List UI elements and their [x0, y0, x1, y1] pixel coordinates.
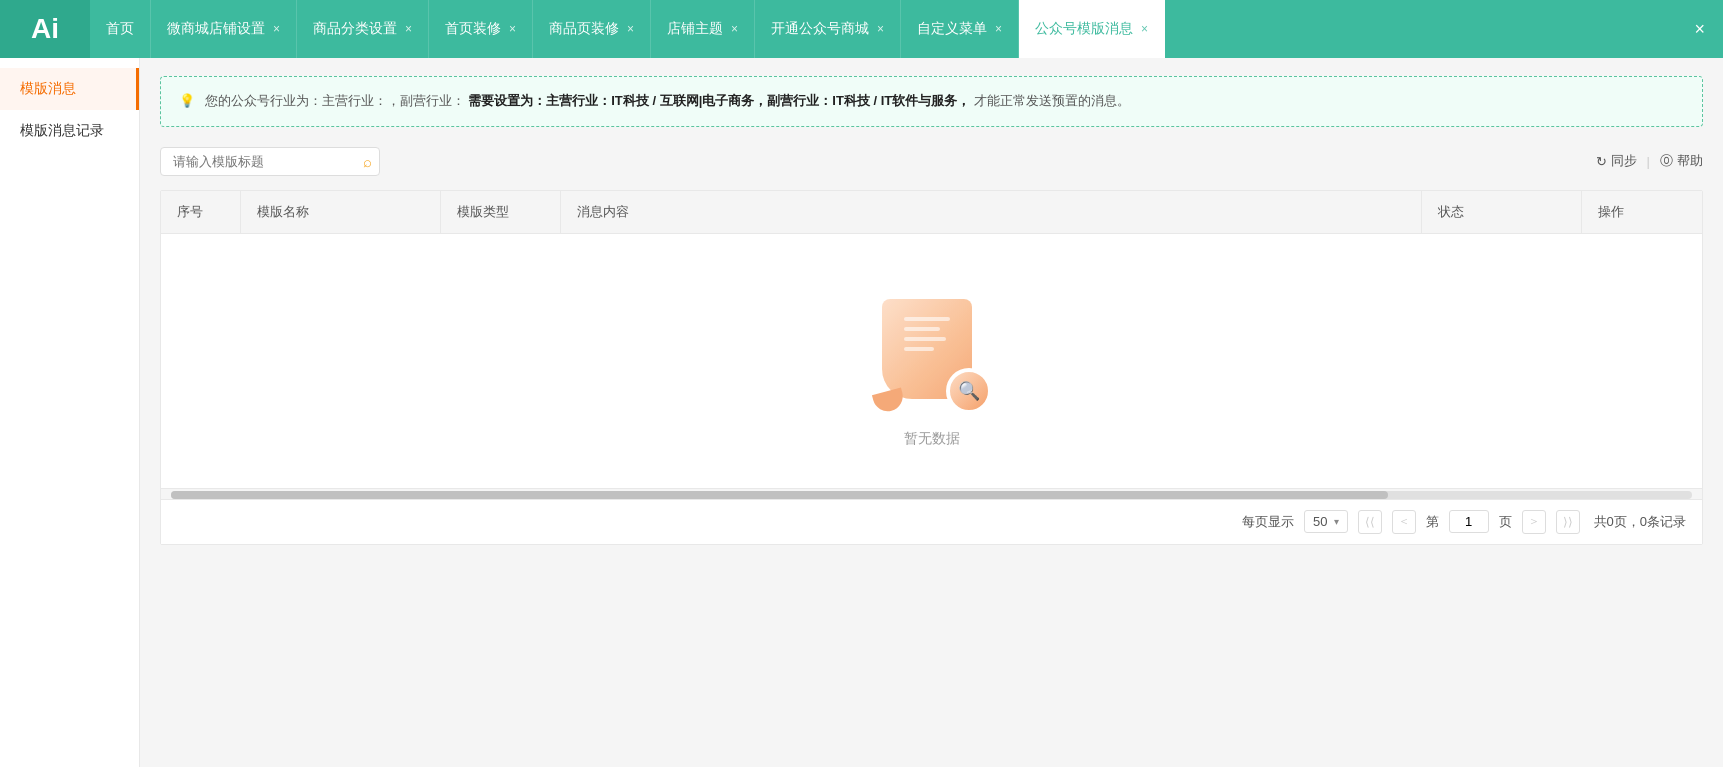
empty-label: 暂无数据	[904, 430, 960, 448]
sync-label: 同步	[1611, 152, 1637, 170]
tab-item[interactable]: 开通公众号商城×	[755, 0, 901, 58]
page-label-before: 第	[1426, 513, 1439, 531]
data-table: 序号模版名称模版类型消息内容状态操作 暂无数据	[160, 190, 1703, 545]
last-page-button[interactable]: ⟩⟩	[1556, 510, 1580, 534]
page-number-input[interactable]	[1449, 510, 1489, 533]
sync-button[interactable]: ↻ 同步	[1596, 152, 1637, 170]
tab-close-icon[interactable]: ×	[405, 22, 412, 36]
search-icon: ⌕	[363, 153, 372, 170]
table-header-cell: 模版类型	[441, 191, 561, 233]
pagination: 每页显示 50 ▾ ⟨⟨ ＜ 第 页 ＞ ⟩⟩ 共0页，0条记录	[161, 500, 1702, 544]
tab-item[interactable]: 首页	[90, 0, 151, 58]
empty-line	[904, 337, 946, 341]
total-label: 共0页，0条记录	[1594, 513, 1686, 531]
empty-lines	[904, 317, 950, 351]
sync-icon: ↻	[1596, 154, 1607, 169]
tab-item[interactable]: 店铺主题×	[651, 0, 755, 58]
scrollbar-thumb	[171, 491, 1388, 499]
tab-item[interactable]: 公众号模版消息×	[1019, 0, 1165, 58]
sidebar: 模版消息模版消息记录	[0, 58, 140, 767]
table-header-cell: 操作	[1582, 191, 1702, 233]
chevron-down-icon: ▾	[1334, 516, 1339, 527]
empty-line	[904, 317, 950, 321]
search-bar: ⌕ ↻ 同步 | ⓪ 帮助	[160, 147, 1703, 176]
table-header-cell: 模版名称	[241, 191, 441, 233]
table-header-cell: 状态	[1422, 191, 1582, 233]
next-page-button[interactable]: ＞	[1522, 510, 1546, 534]
table-header-cell: 消息内容	[561, 191, 1422, 233]
table-header: 序号模版名称模版类型消息内容状态操作	[161, 191, 1702, 234]
horizontal-scrollbar[interactable]	[161, 488, 1702, 500]
search-button[interactable]: ⌕	[363, 153, 372, 170]
tab-close-icon[interactable]: ×	[995, 22, 1002, 36]
scrollbar-track	[171, 491, 1692, 499]
tab-close-icon[interactable]: ×	[877, 22, 884, 36]
empty-line	[904, 347, 934, 351]
search-input[interactable]	[160, 147, 380, 176]
tab-close-icon[interactable]: ×	[627, 22, 634, 36]
empty-icon-container	[872, 294, 992, 414]
tab-bar: 首页微商城店铺设置×商品分类设置×首页装修×商品页装修×店铺主题×开通公众号商城…	[90, 0, 1676, 58]
tab-item[interactable]: 商品分类设置×	[297, 0, 429, 58]
tab-item[interactable]: 自定义菜单×	[901, 0, 1019, 58]
global-close-button[interactable]: ×	[1676, 0, 1723, 58]
empty-state: 暂无数据	[161, 234, 1702, 488]
page-label-after: 页	[1499, 513, 1512, 531]
notice-suffix: 才能正常发送预置的消息。	[974, 93, 1130, 108]
bulb-icon: 💡	[179, 93, 195, 108]
main-layout: 模版消息模版消息记录 💡 您的公众号行业为：主营行业：，副营行业： 需要设置为：…	[0, 58, 1723, 767]
help-label: 帮助	[1677, 152, 1703, 170]
top-navigation: Ai 首页微商城店铺设置×商品分类设置×首页装修×商品页装修×店铺主题×开通公众…	[0, 0, 1723, 58]
help-icon: ⓪	[1660, 152, 1673, 170]
notice-prefix: 您的公众号行业为：主营行业：，副营行业：	[205, 93, 465, 108]
empty-search-circle	[946, 368, 992, 414]
per-page-value: 50	[1313, 514, 1327, 529]
sidebar-item[interactable]: 模版消息记录	[0, 110, 139, 152]
sidebar-item[interactable]: 模版消息	[0, 68, 139, 110]
tab-close-icon[interactable]: ×	[273, 22, 280, 36]
empty-line	[904, 327, 940, 331]
tab-item[interactable]: 商品页装修×	[533, 0, 651, 58]
per-page-select[interactable]: 50 ▾	[1304, 510, 1347, 533]
help-button[interactable]: ⓪ 帮助	[1660, 152, 1703, 170]
app-logo: Ai	[0, 0, 90, 58]
tab-item[interactable]: 首页装修×	[429, 0, 533, 58]
divider: |	[1647, 154, 1650, 169]
per-page-label: 每页显示	[1242, 513, 1294, 531]
tab-close-icon[interactable]: ×	[731, 22, 738, 36]
first-page-button[interactable]: ⟨⟨	[1358, 510, 1382, 534]
search-input-wrapper: ⌕	[160, 147, 380, 176]
notice-box: 💡 您的公众号行业为：主营行业：，副营行业： 需要设置为：主营行业：IT科技 /…	[160, 76, 1703, 127]
tab-close-icon[interactable]: ×	[509, 22, 516, 36]
prev-page-button[interactable]: ＜	[1392, 510, 1416, 534]
main-content-area: 💡 您的公众号行业为：主营行业：，副营行业： 需要设置为：主营行业：IT科技 /…	[140, 58, 1723, 767]
search-right: ↻ 同步 | ⓪ 帮助	[1596, 152, 1703, 170]
tab-item[interactable]: 微商城店铺设置×	[151, 0, 297, 58]
table-header-cell: 序号	[161, 191, 241, 233]
search-left: ⌕	[160, 147, 380, 176]
notice-highlight: 需要设置为：主营行业：IT科技 / 互联网|电子商务，副营行业：IT科技 / I…	[468, 93, 970, 108]
tab-close-icon[interactable]: ×	[1141, 22, 1148, 36]
